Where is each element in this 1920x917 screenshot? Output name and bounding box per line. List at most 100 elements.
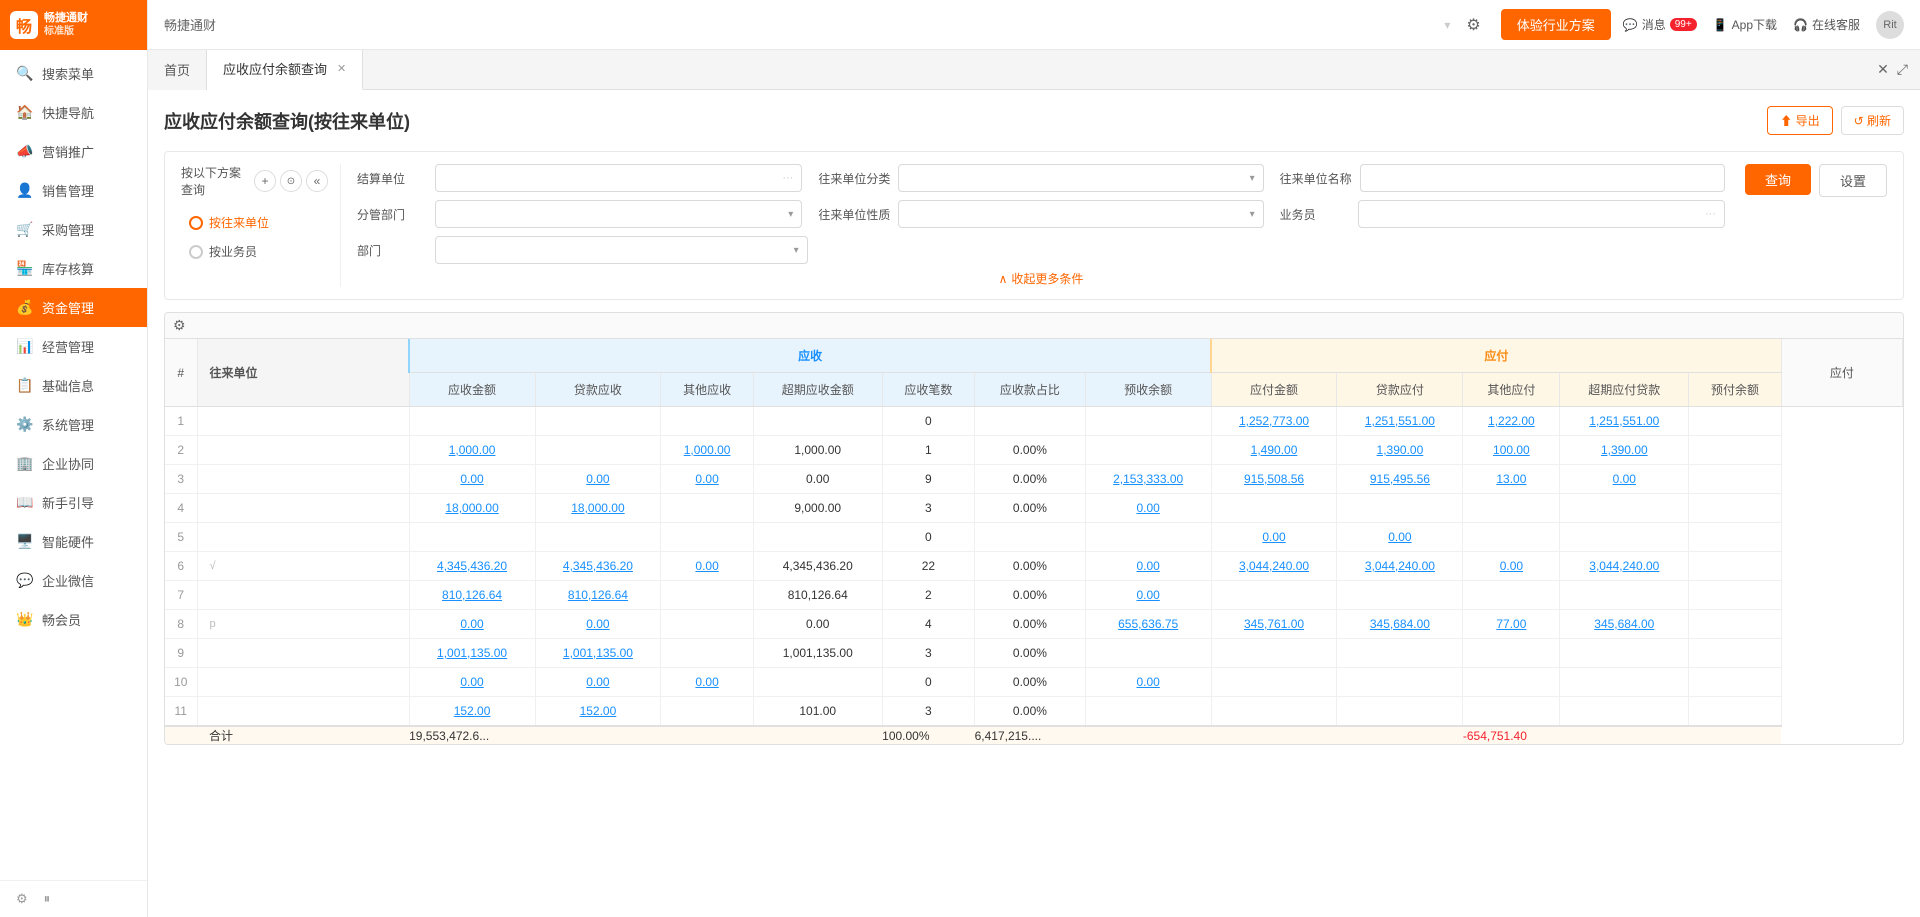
- cell-link[interactable]: 655,636.75: [1118, 617, 1178, 631]
- data-cell[interactable]: [535, 407, 661, 436]
- data-cell[interactable]: 4,345,436.20: [535, 552, 661, 581]
- cell-link[interactable]: 152.00: [454, 704, 491, 718]
- cell-link[interactable]: 100.00: [1493, 443, 1530, 457]
- data-cell[interactable]: 0.00: [1560, 465, 1689, 494]
- add-scheme-btn[interactable]: +: [254, 170, 276, 192]
- cell-link[interactable]: 345,761.00: [1244, 617, 1304, 631]
- data-cell[interactable]: [1337, 581, 1463, 610]
- data-cell[interactable]: [1463, 639, 1560, 668]
- refresh-btn[interactable]: ↺ 刷新: [1841, 106, 1904, 135]
- data-cell[interactable]: 4,345,436.20: [409, 552, 535, 581]
- data-cell[interactable]: 1,001,135.00: [409, 639, 535, 668]
- cell-link[interactable]: 0.00: [1262, 530, 1285, 544]
- partner-nature-input[interactable]: ▾: [898, 200, 1263, 228]
- data-cell[interactable]: [661, 697, 753, 727]
- sidebar-item-enterprise[interactable]: 🏢 企业协同: [0, 444, 147, 483]
- sidebar-collapse-btn[interactable]: ⏸: [44, 891, 51, 907]
- data-cell[interactable]: 18,000.00: [409, 494, 535, 523]
- data-cell[interactable]: 3,044,240.00: [1211, 552, 1337, 581]
- sidebar-item-hardware[interactable]: 🖥️ 智能硬件: [0, 522, 147, 561]
- edit-scheme-btn[interactable]: ⊙: [280, 170, 302, 192]
- data-cell[interactable]: 0.00: [1085, 668, 1211, 697]
- data-cell[interactable]: 1,001,135.00: [535, 639, 661, 668]
- data-cell[interactable]: [661, 523, 753, 552]
- sidebar-settings-btn[interactable]: ⚙: [16, 891, 28, 907]
- data-cell[interactable]: [1211, 581, 1337, 610]
- data-cell[interactable]: 13.00: [1463, 465, 1560, 494]
- collapse-btn[interactable]: ∧ 收起更多条件: [999, 270, 1084, 287]
- cell-link[interactable]: 1,390.00: [1377, 443, 1424, 457]
- data-cell[interactable]: [661, 581, 753, 610]
- data-cell[interactable]: [1463, 494, 1560, 523]
- tab-close-icon[interactable]: ✕: [337, 62, 346, 75]
- sidebar-item-inventory[interactable]: 🏪 库存核算: [0, 249, 147, 288]
- data-cell[interactable]: [1211, 697, 1337, 727]
- cell-link[interactable]: 0.00: [1388, 530, 1411, 544]
- cell-link[interactable]: 1,001,135.00: [563, 646, 633, 660]
- data-cell[interactable]: 0.00: [1463, 552, 1560, 581]
- data-cell[interactable]: [1560, 523, 1689, 552]
- notification-btn[interactable]: 💬 消息 99+: [1623, 16, 1697, 33]
- header-gear-icon[interactable]: ⚙: [1466, 15, 1480, 35]
- data-cell[interactable]: 0.00: [409, 668, 535, 697]
- data-cell[interactable]: 345,684.00: [1337, 610, 1463, 639]
- cell-link[interactable]: 18,000.00: [571, 501, 624, 515]
- data-cell[interactable]: [1337, 697, 1463, 727]
- cell-link[interactable]: 0.00: [695, 559, 718, 573]
- sidebar-item-system[interactable]: ⚙️ 系统管理: [0, 405, 147, 444]
- cell-link[interactable]: 915,495.56: [1370, 472, 1430, 486]
- data-cell[interactable]: 18,000.00: [535, 494, 661, 523]
- data-cell[interactable]: [1560, 697, 1689, 727]
- data-cell[interactable]: 0.00: [409, 610, 535, 639]
- data-cell[interactable]: [1463, 523, 1560, 552]
- cell-link[interactable]: 915,508.56: [1244, 472, 1304, 486]
- data-cell[interactable]: 1,251,551.00: [1337, 407, 1463, 436]
- cell-link[interactable]: 1,490.00: [1251, 443, 1298, 457]
- data-cell[interactable]: 2,153,333.00: [1085, 465, 1211, 494]
- app-download-btn[interactable]: 📱 App下载: [1713, 16, 1777, 33]
- data-cell[interactable]: 915,508.56: [1211, 465, 1337, 494]
- data-cell[interactable]: 345,684.00: [1560, 610, 1689, 639]
- tab-receivable[interactable]: 应收应付余额查询 ✕: [207, 50, 363, 90]
- search-option-by-partner[interactable]: 按往来单位: [181, 208, 328, 237]
- data-cell[interactable]: [661, 407, 753, 436]
- sidebar-item-purchase[interactable]: 🛒 采购管理: [0, 210, 147, 249]
- cell-link[interactable]: 1,000.00: [449, 443, 496, 457]
- sidebar-item-member[interactable]: 👑 畅会员: [0, 600, 147, 639]
- partner-category-input[interactable]: ▾: [898, 164, 1263, 192]
- data-cell[interactable]: [535, 436, 661, 465]
- data-cell[interactable]: 77.00: [1463, 610, 1560, 639]
- cell-link[interactable]: 1,252,773.00: [1239, 414, 1309, 428]
- sidebar-item-search-menu[interactable]: 🔍 搜索菜单: [0, 54, 147, 93]
- data-cell[interactable]: [661, 610, 753, 639]
- sidebar-item-operations[interactable]: 📊 经营管理: [0, 327, 147, 366]
- data-cell[interactable]: 0.00: [1337, 523, 1463, 552]
- data-cell[interactable]: 1,000.00: [661, 436, 753, 465]
- data-cell[interactable]: [661, 494, 753, 523]
- cell-link[interactable]: 810,126.64: [568, 588, 628, 602]
- cell-link[interactable]: 0.00: [460, 472, 483, 486]
- cell-link[interactable]: 4,345,436.20: [563, 559, 633, 573]
- user-avatar[interactable]: Rit: [1876, 11, 1904, 39]
- data-cell[interactable]: 1,000.00: [409, 436, 535, 465]
- cell-link[interactable]: 0.00: [1136, 588, 1159, 602]
- cell-link[interactable]: 3,044,240.00: [1239, 559, 1309, 573]
- data-cell[interactable]: [1463, 581, 1560, 610]
- cell-link[interactable]: 0.00: [586, 617, 609, 631]
- sidebar-item-finance[interactable]: 💰 资金管理: [0, 288, 147, 327]
- data-cell[interactable]: 0.00: [535, 668, 661, 697]
- cell-link[interactable]: 77.00: [1496, 617, 1526, 631]
- data-cell[interactable]: [409, 523, 535, 552]
- cell-link[interactable]: 810,126.64: [442, 588, 502, 602]
- table-settings-icon[interactable]: ⚙: [173, 317, 186, 334]
- export-btn[interactable]: ⬆ 导出: [1767, 106, 1832, 135]
- data-cell[interactable]: 0.00: [661, 552, 753, 581]
- data-cell[interactable]: [1337, 494, 1463, 523]
- cell-link[interactable]: 0.00: [586, 472, 609, 486]
- cell-link[interactable]: 1,000.00: [684, 443, 731, 457]
- back-scheme-btn[interactable]: «: [306, 170, 328, 192]
- data-cell[interactable]: 1,490.00: [1211, 436, 1337, 465]
- data-cell[interactable]: 152.00: [535, 697, 661, 727]
- data-cell[interactable]: [1463, 697, 1560, 727]
- data-cell[interactable]: 0.00: [1211, 523, 1337, 552]
